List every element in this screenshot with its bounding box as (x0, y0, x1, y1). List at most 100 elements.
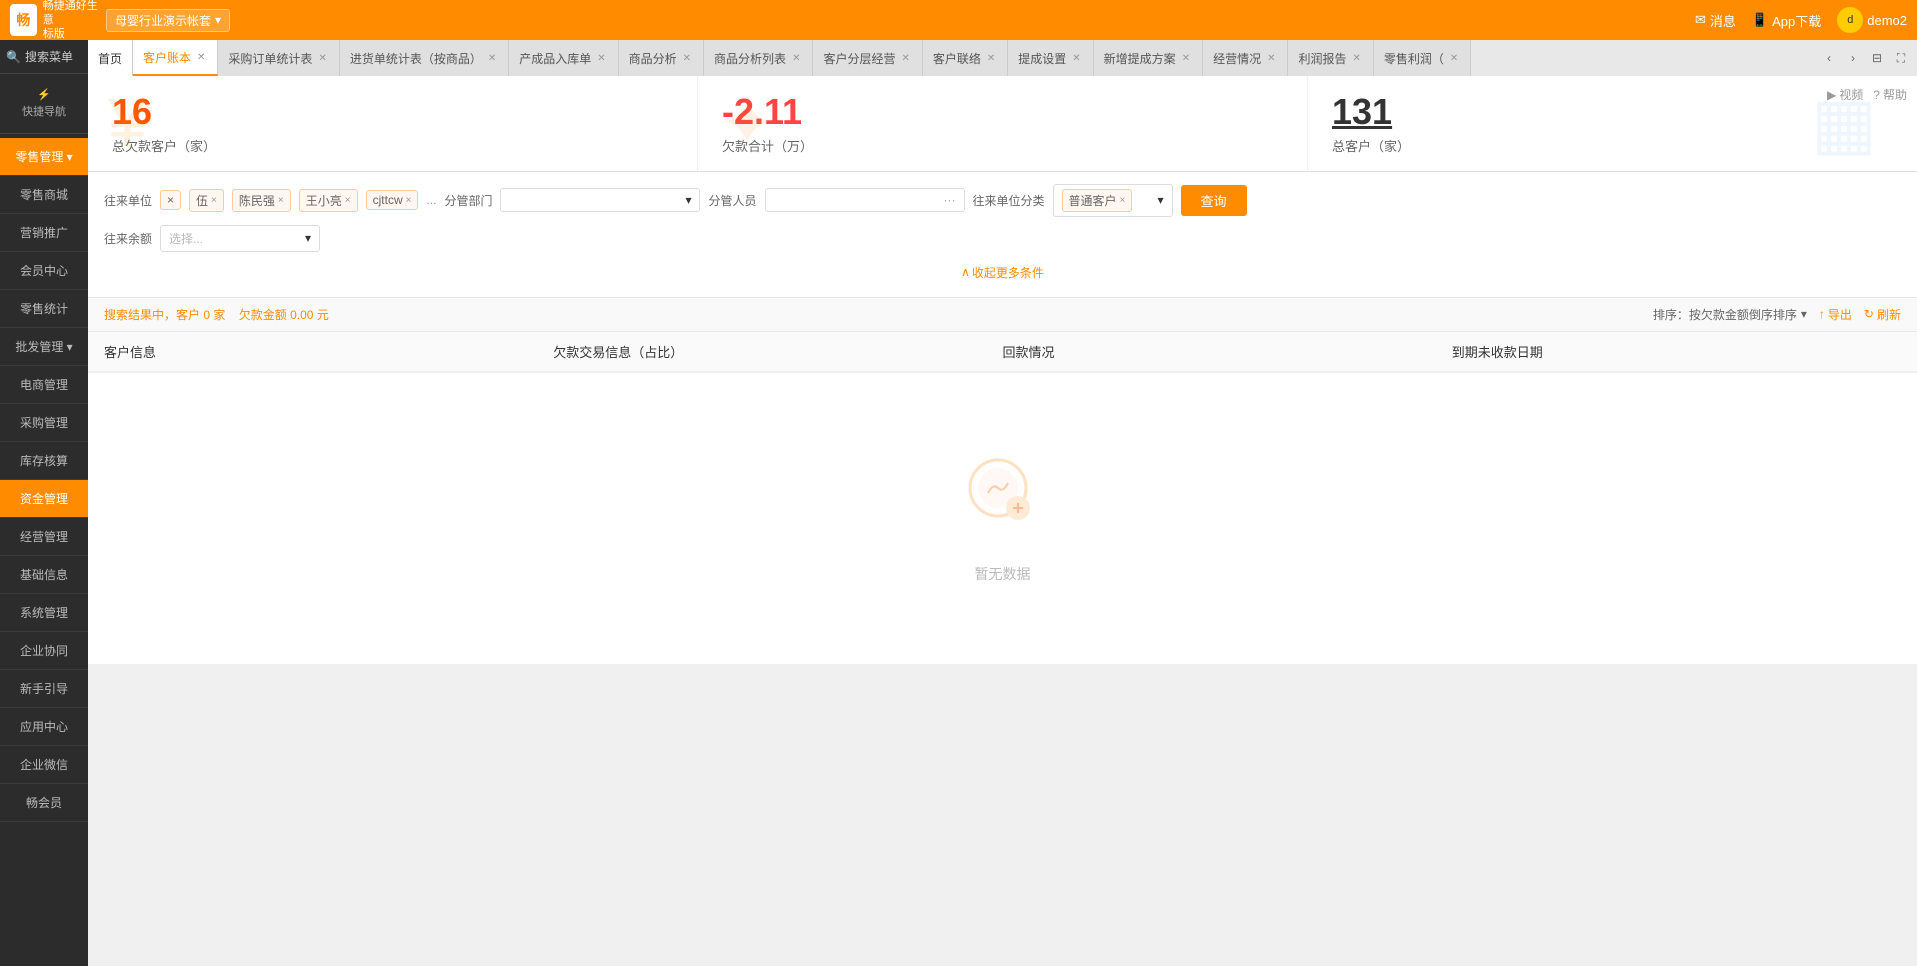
filter-tag-wu: 伍 × (189, 189, 224, 212)
sidebar-item-system[interactable]: 系统管理 (0, 594, 88, 632)
sidebar-item-enterprise[interactable]: 企业协同 (0, 632, 88, 670)
user-profile[interactable]: d demo2 (1837, 7, 1907, 33)
tabs-menu-button[interactable]: ⊟ (1867, 48, 1887, 68)
tab-close-purchase-orders[interactable]: ✕ (316, 53, 328, 64)
tab-close-purchase-stats[interactable]: ✕ (486, 53, 498, 64)
filter-tag-close-cjttcw[interactable]: × (406, 195, 412, 206)
dept-label: 分管部门 (444, 192, 492, 209)
download-icon: 📱 (1752, 12, 1768, 28)
filter-dots-person[interactable]: ··· (944, 193, 956, 207)
sidebar-item-finance[interactable]: 资金管理 (0, 480, 88, 518)
tab-close-retail-profit[interactable]: ✕ (1448, 53, 1460, 64)
nav-icon: ⚡ (37, 88, 51, 101)
sidebar-item-retail-stats[interactable]: 零售统计 (0, 290, 88, 328)
stat-label-clients: 总客户（家） (1332, 136, 1410, 155)
tab-purchase-orders[interactable]: 采购订单统计表 ✕ (218, 40, 339, 76)
table-header: 客户信息 欠款交易信息（占比） 回款情况 到期未收款日期 (88, 332, 1917, 373)
tab-close-customer-ops[interactable]: ✕ (899, 53, 911, 64)
filter-panel: 往来单位 × 伍 × 陈民强 × 王小亮 (88, 172, 1917, 298)
filter-row-1: 往来单位 × 伍 × 陈民强 × 王小亮 (104, 184, 1901, 217)
filter-tag-unit-all: × (160, 190, 181, 210)
sidebar-item-vip[interactable]: 畅会员 (0, 784, 88, 822)
sidebar-item-inventory[interactable]: 库存核算 (0, 442, 88, 480)
unit-type-clear[interactable]: × (1120, 195, 1126, 206)
tab-customer-ops[interactable]: 客户分层经营 ✕ (813, 40, 922, 76)
filter-unit-more[interactable]: ... (426, 193, 436, 207)
th-debt-info: 欠款交易信息（占比） (553, 342, 1002, 361)
tab-business-status[interactable]: 经营情况 ✕ (1203, 40, 1288, 76)
filter-tag-wang: 王小亮 × (299, 189, 358, 212)
results-sort[interactable]: 排序：按欠款金额倒序排序 ▾ (1653, 306, 1807, 323)
stat-number-clients: 131 (1332, 92, 1392, 132)
tabs-prev-button[interactable]: ‹ (1819, 48, 1839, 68)
sidebar-item-operations[interactable]: 经营管理 (0, 518, 88, 556)
sidebar-item-quick-nav[interactable]: ⚡ 快捷导航 (0, 80, 88, 127)
th-customer-info: 客户信息 (104, 342, 553, 361)
sidebar-item-new-guide[interactable]: 新手引导 (0, 670, 88, 708)
filter-tag-close-wang[interactable]: × (345, 195, 351, 206)
chevron-down-icon-sort: ▾ (1801, 307, 1807, 321)
query-button[interactable]: 查询 (1181, 185, 1247, 216)
export-icon: ↑ (1819, 307, 1825, 321)
tab-goods-analysis[interactable]: 商品分析 ✕ (619, 40, 704, 76)
tab-close-add-plan[interactable]: ✕ (1180, 53, 1192, 64)
unit-type-label: 往来单位分类 (973, 192, 1045, 209)
person-label: 分管人员 (708, 192, 756, 209)
sidebar-item-retail[interactable]: 零售管理 ▾ (0, 138, 88, 176)
sidebar-item-marketing[interactable]: 营销推广 (0, 214, 88, 252)
tab-promotion-settings[interactable]: 提成设置 ✕ (1008, 40, 1093, 76)
filter-tag-close-chen[interactable]: × (278, 195, 284, 206)
tab-customer-contact[interactable]: 客户联络 ✕ (923, 40, 1008, 76)
sidebar-search[interactable]: 🔍 搜索菜单 (0, 40, 88, 74)
empty-state: 暂无数据 (88, 373, 1917, 664)
chevron-up-icon: ∧ (961, 265, 970, 279)
tab-close-goods-analysis[interactable]: ✕ (681, 53, 693, 64)
sidebar-item-purchase[interactable]: 采购管理 (0, 404, 88, 442)
sidebar-item-app-center[interactable]: 应用中心 (0, 708, 88, 746)
tab-goods-analysis-list[interactable]: 商品分析列表 ✕ (704, 40, 813, 76)
sidebar-item-ecommerce[interactable]: 电商管理 (0, 366, 88, 404)
balance-select[interactable]: 选择... ▾ (160, 225, 320, 252)
stat-bg-icon-debt: ✦ (718, 82, 777, 164)
tab-close-production[interactable]: ✕ (595, 53, 607, 64)
tabs-next-button[interactable]: › (1843, 48, 1863, 68)
refresh-button[interactable]: ↻ 刷新 (1864, 306, 1901, 323)
data-table: 客户信息 欠款交易信息（占比） 回款情况 到期未收款日期 (88, 332, 1917, 664)
sidebar-item-retail-mall[interactable]: 零售商城 (0, 176, 88, 214)
tab-close-profit-report[interactable]: ✕ (1351, 53, 1363, 64)
tab-accounts[interactable]: 客户账本 ✕ (133, 40, 218, 76)
tab-production[interactable]: 产成品入库单 ✕ (509, 40, 618, 76)
tab-home[interactable]: 首页 (88, 40, 133, 76)
tab-retail-profit[interactable]: 零售利润（ ✕ (1374, 40, 1471, 76)
filter-tag-close-wu[interactable]: × (211, 195, 217, 206)
tabs-fullscreen-button[interactable]: ⛶ (1891, 48, 1911, 68)
sidebar-item-enterprise-wechat[interactable]: 企业微信 (0, 746, 88, 784)
main-layout: 🔍 搜索菜单 ⚡ 快捷导航 零售管理 ▾ 零售商城 营销推广 (0, 40, 1917, 966)
tab-purchase-stats[interactable]: 进货单统计表（按商品） ✕ (340, 40, 509, 76)
sidebar-item-basic-info[interactable]: 基础信息 (0, 556, 88, 594)
unit-type-select[interactable]: 普通客户 × ▾ (1053, 184, 1173, 217)
stat-bg-icon-customers: ¥ (108, 83, 147, 163)
person-select[interactable]: ··· (765, 188, 965, 212)
sidebar-item-members[interactable]: 会员中心 (0, 252, 88, 290)
sidebar-quick-nav: ⚡ 快捷导航 (0, 74, 88, 134)
industry-selector[interactable]: 母婴行业演示帐套 ▾ (106, 9, 230, 32)
logo-area: 畅 畅捷通好生意 标版 (10, 0, 98, 41)
tab-profit-report[interactable]: 利润报告 ✕ (1288, 40, 1373, 76)
collapse-button[interactable]: ∧ 收起更多条件 (961, 264, 1044, 281)
tab-close-business-status[interactable]: ✕ (1265, 53, 1277, 64)
export-button[interactable]: ↑ 导出 (1819, 306, 1852, 323)
sidebar-item-wholesale[interactable]: 批发管理 ▾ (0, 328, 88, 366)
app-download-button[interactable]: 📱 App下载 (1752, 11, 1821, 30)
balance-label: 往来余额 (104, 230, 152, 247)
messages-button[interactable]: ✉ 消息 (1695, 11, 1736, 30)
tab-close-promotion-settings[interactable]: ✕ (1070, 53, 1082, 64)
filter-tag-label: × (167, 193, 174, 207)
th-collection: 回款情况 (1003, 342, 1452, 361)
tab-close-accounts[interactable]: ✕ (195, 52, 207, 63)
dept-select[interactable]: ▾ (500, 188, 700, 212)
tab-close-goods-analysis-list[interactable]: ✕ (790, 53, 802, 64)
tab-add-plan[interactable]: 新增提成方案 ✕ (1094, 40, 1203, 76)
chevron-down-icon: ▾ (215, 13, 221, 27)
tab-close-customer-contact[interactable]: ✕ (985, 53, 997, 64)
